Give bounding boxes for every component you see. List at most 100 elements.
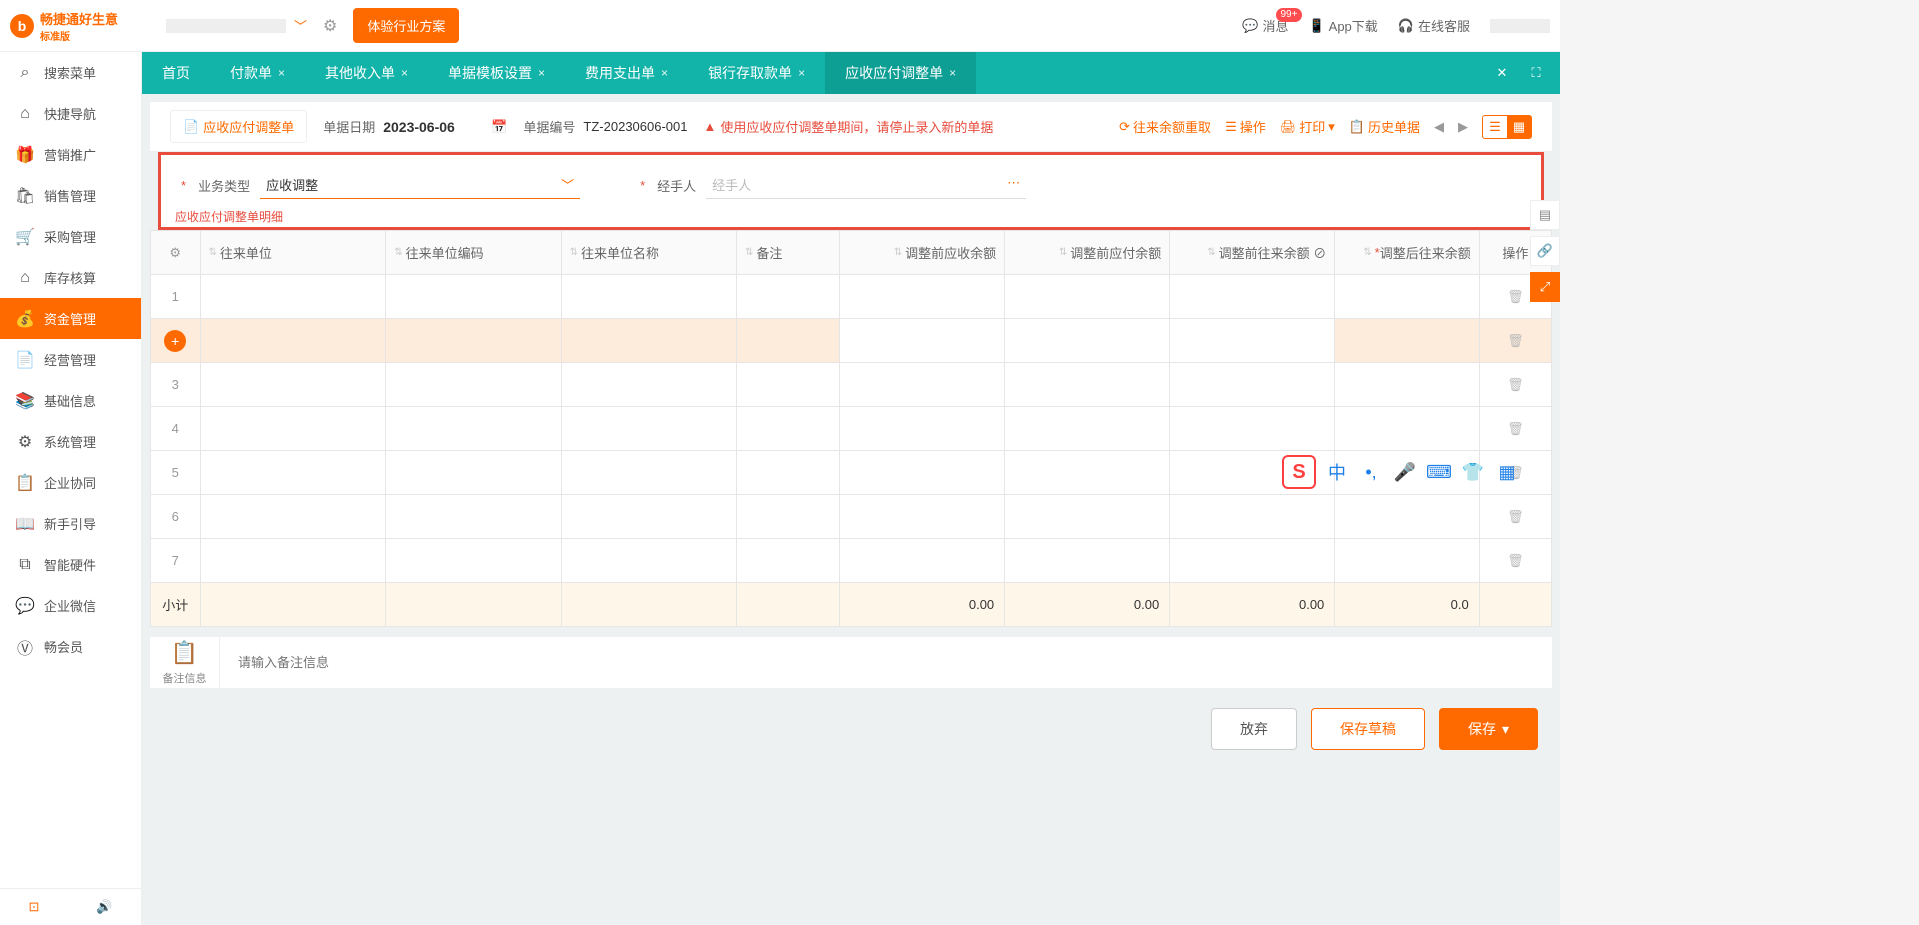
view-toggle[interactable]: ☰ ▦ xyxy=(1482,115,1532,139)
sidebar-item-9[interactable]: ⚙系统管理 xyxy=(0,421,141,462)
sidebar-item-4[interactable]: 🛒采购管理 xyxy=(0,216,141,257)
sidebar-item-label: 销售管理 xyxy=(44,186,96,205)
close-all-icon[interactable]: ✕ xyxy=(1490,61,1514,85)
messages-button[interactable]: 💬 消息 99+ xyxy=(1242,16,1288,35)
sidebar-item-10[interactable]: 📋企业协同 xyxy=(0,462,141,503)
save-draft-button[interactable]: 保存草稿 xyxy=(1311,708,1425,750)
next-icon[interactable]: ▶ xyxy=(1458,119,1468,135)
brand-sub: 标准版 xyxy=(40,28,118,43)
col-unit[interactable]: 往来单位 xyxy=(220,243,272,262)
ime-keyboard-icon[interactable]: ⌨ xyxy=(1426,459,1452,485)
calendar-icon[interactable]: 📅 xyxy=(491,119,507,135)
collapse-icon[interactable]: ⊡ xyxy=(28,899,39,915)
rail-note-icon[interactable]: ▤ xyxy=(1530,200,1560,230)
tab-3[interactable]: 单据模板设置× xyxy=(428,52,565,94)
table-row[interactable]: 6🗑 xyxy=(151,495,1552,539)
online-cs-button[interactable]: 🎧 在线客服 xyxy=(1398,16,1470,35)
tabs: 首页付款单×其他收入单×单据模板设置×费用支出单×银行存取款单×应收应付调整单×… xyxy=(142,52,1560,94)
sidebar-item-6[interactable]: 💰资金管理 xyxy=(0,298,141,339)
rail-link-icon[interactable]: 🔗 xyxy=(1530,236,1560,266)
sidebar-item-11[interactable]: 📖新手引导 xyxy=(0,503,141,544)
detail-view-icon[interactable]: ▦ xyxy=(1507,116,1531,138)
close-icon[interactable]: × xyxy=(278,66,285,80)
sidebar-item-0[interactable]: ⌕搜索菜单 xyxy=(0,52,141,93)
tab-6[interactable]: 应收应付调整单× xyxy=(825,52,976,94)
subtotal-v2: 0.00 xyxy=(1170,583,1335,627)
gear-icon[interactable]: ⚙ xyxy=(323,16,337,36)
history-button[interactable]: 📋 历史单据 xyxy=(1349,117,1420,136)
sidebar-item-13[interactable]: 💬企业微信 xyxy=(0,585,141,626)
tab-1[interactable]: 付款单× xyxy=(210,52,305,94)
ime-mic-icon[interactable]: 🎤 xyxy=(1392,459,1418,485)
table-row[interactable]: 4🗑 xyxy=(151,407,1552,451)
trial-button[interactable]: 体验行业方案 xyxy=(353,8,459,43)
close-icon[interactable]: × xyxy=(949,66,956,80)
sound-icon[interactable]: 🔊 xyxy=(96,899,112,915)
col-code[interactable]: 往来单位编码 xyxy=(406,243,484,262)
headset-icon: 🎧 xyxy=(1398,18,1414,34)
operations-button[interactable]: ☰ 操作 xyxy=(1225,117,1266,136)
table-row[interactable]: +🗑 xyxy=(151,319,1552,363)
tab-4[interactable]: 费用支出单× xyxy=(565,52,688,94)
tab-5[interactable]: 银行存取款单× xyxy=(688,52,825,94)
sidebar-item-8[interactable]: 📚基础信息 xyxy=(0,380,141,421)
fullscreen-icon[interactable]: ⛶ xyxy=(1524,61,1548,85)
biz-type-select[interactable]: 应收调整 ﹀ xyxy=(260,171,580,199)
delete-row-icon[interactable]: 🗑 xyxy=(1507,553,1524,568)
close-icon[interactable]: × xyxy=(661,66,668,80)
close-icon[interactable]: × xyxy=(401,66,408,80)
print-button[interactable]: 🖨 打印 ▾ xyxy=(1280,117,1335,136)
discard-button[interactable]: 放弃 xyxy=(1211,708,1297,750)
delete-row-icon[interactable]: 🗑 xyxy=(1507,289,1524,304)
ime-grid-icon[interactable]: ▦ xyxy=(1494,459,1520,485)
sidebar-item-7[interactable]: 📄经营管理 xyxy=(0,339,141,380)
ime-shirt-icon[interactable]: 👕 xyxy=(1460,459,1486,485)
ime-s-icon[interactable]: S xyxy=(1282,455,1316,489)
add-row-button[interactable]: + xyxy=(164,330,186,352)
row-gear-header[interactable]: ⚙ xyxy=(151,231,201,275)
ime-zh-icon[interactable]: 中 xyxy=(1324,459,1350,485)
delete-row-icon[interactable]: 🗑 xyxy=(1507,421,1524,436)
sidebar-item-5[interactable]: ⌂库存核算 xyxy=(0,257,141,298)
app-download-button[interactable]: 📱 App下载 xyxy=(1308,16,1377,35)
save-button[interactable]: 保存▾ xyxy=(1439,708,1538,750)
col-pay[interactable]: 调整前应付余额 xyxy=(1070,243,1161,262)
chevron-down-icon: ▾ xyxy=(1502,721,1509,738)
sidebar-icon: 📚 xyxy=(16,392,34,410)
ime-dot-icon[interactable]: •, xyxy=(1358,459,1384,485)
tab-2[interactable]: 其他收入单× xyxy=(305,52,428,94)
delete-row-icon[interactable]: 🗑 xyxy=(1507,377,1524,392)
user-avatar[interactable] xyxy=(1490,19,1550,33)
messages-badge: 99+ xyxy=(1276,8,1303,22)
handler-select[interactable]: 经手人 ⋯ xyxy=(706,171,1026,199)
table-row[interactable]: 7🗑 xyxy=(151,539,1552,583)
col-remark[interactable]: 备注 xyxy=(756,243,782,262)
sidebar-item-2[interactable]: 🎁营销推广 xyxy=(0,134,141,175)
sidebar-item-3[interactable]: 🛍销售管理 xyxy=(0,175,141,216)
col-name[interactable]: 往来单位名称 xyxy=(581,243,659,262)
company-select[interactable]: ﹀ xyxy=(166,16,307,35)
prev-icon[interactable]: ◀ xyxy=(1434,119,1444,135)
col-bal[interactable]: 调整前往来余额 ⊘ xyxy=(1219,243,1327,262)
sidebar-item-1[interactable]: ⌂快捷导航 xyxy=(0,93,141,134)
col-after[interactable]: 调整后往来余额 xyxy=(1380,243,1471,262)
table-row[interactable]: 1🗑 xyxy=(151,275,1552,319)
delete-row-icon[interactable]: 🗑 xyxy=(1507,333,1524,348)
table-row[interactable]: 3🗑 xyxy=(151,363,1552,407)
list-view-icon[interactable]: ☰ xyxy=(1483,116,1507,138)
close-icon[interactable]: × xyxy=(538,66,545,80)
delete-row-icon[interactable]: 🗑 xyxy=(1507,509,1524,524)
notes-input[interactable] xyxy=(220,637,1552,688)
sidebar-item-12[interactable]: ⧉智能硬件 xyxy=(0,544,141,585)
sidebar-item-14[interactable]: Ⓥ畅会员 xyxy=(0,626,141,667)
close-icon[interactable]: × xyxy=(798,66,805,80)
row-index: 6 xyxy=(151,495,201,539)
tab-0[interactable]: 首页 xyxy=(142,52,210,94)
row-index: 3 xyxy=(151,363,201,407)
sidebar-item-label: 经营管理 xyxy=(44,350,96,369)
col-recv[interactable]: 调整前应收余额 xyxy=(905,243,996,262)
balance-reset-button[interactable]: ⟳ 往来余额重取 xyxy=(1119,117,1211,136)
rail-expand-icon[interactable]: ⤢ xyxy=(1530,272,1560,302)
sidebar-item-label: 新手引导 xyxy=(44,514,96,533)
doc-date-input[interactable] xyxy=(383,119,483,135)
